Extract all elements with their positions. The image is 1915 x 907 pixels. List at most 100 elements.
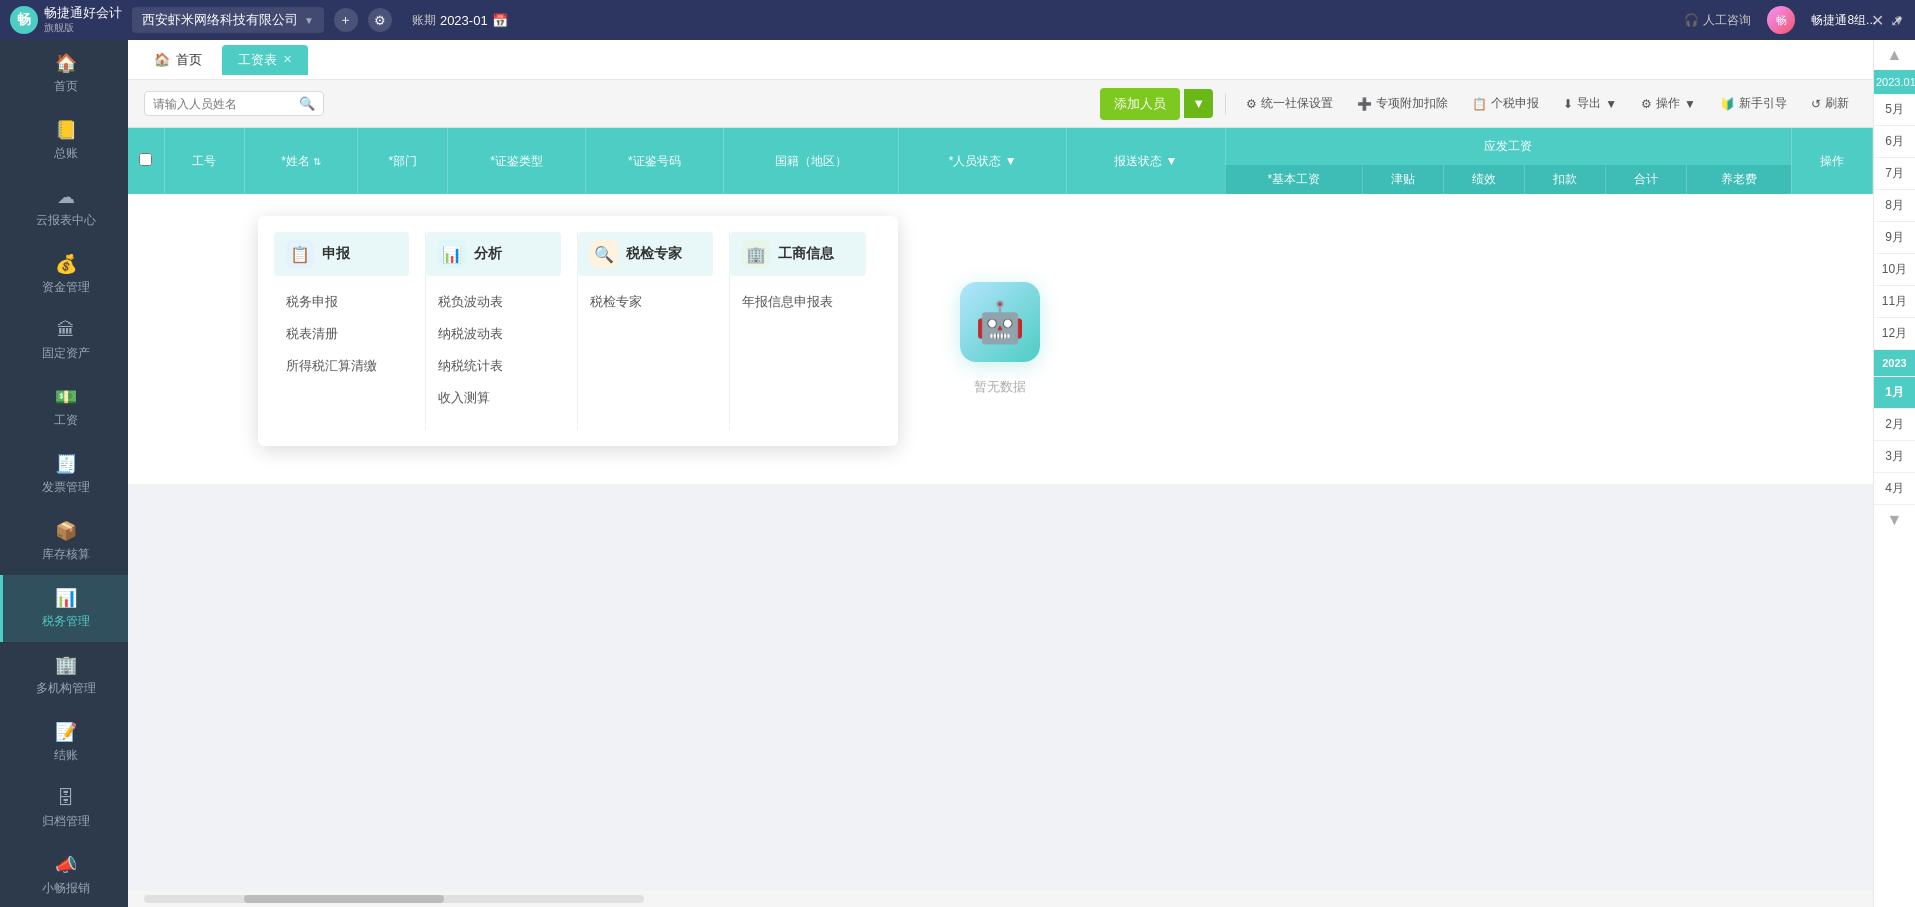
top-bar: 畅 畅捷通好会计 旗舰版 西安虾米网络科技有限公司 ▼ ＋ ⚙ 账期 2023-…: [0, 0, 1915, 40]
cloud-icon: ☁: [57, 186, 75, 208]
sidebar-item-salary[interactable]: 💵 工资: [0, 374, 128, 441]
headset-icon: 🎧: [1684, 13, 1699, 27]
month-8[interactable]: 8月: [1874, 190, 1915, 222]
export-button[interactable]: ⬇ 导出 ▼: [1555, 91, 1625, 116]
sidebar-item-inventory[interactable]: 📦 库存核算: [0, 508, 128, 575]
tab-close-button[interactable]: ✕: [283, 53, 292, 66]
tax-filing-button[interactable]: 📋 个税申报: [1464, 91, 1547, 116]
tab-bar: 🏠 首页 工资表 ✕: [128, 40, 1873, 80]
sidebar-item-archive[interactable]: 🗄 归档管理: [0, 776, 128, 842]
business-icon: 🏢: [742, 240, 770, 268]
col-status: *人员状态 ▼: [899, 128, 1067, 194]
service-button[interactable]: 🎧 人工咨询: [1684, 12, 1751, 29]
window-maximize-button[interactable]: ⤢: [1890, 11, 1903, 30]
sidebar-item-invoice[interactable]: 🧾 发票管理: [0, 441, 128, 508]
special-deduction-icon: ➕: [1357, 97, 1372, 111]
month-5[interactable]: 5月: [1874, 94, 1915, 126]
menu-item-tax-form[interactable]: 税表清册: [274, 318, 409, 350]
year-header: 2023.01: [1874, 70, 1915, 94]
window-close-button[interactable]: ✕: [1871, 11, 1884, 30]
month-10[interactable]: 10月: [1874, 254, 1915, 286]
sidebar-item-expense[interactable]: 📣 小畅报销: [0, 842, 128, 907]
menu-item-income-estimate[interactable]: 收入测算: [426, 382, 561, 414]
month-7[interactable]: 7月: [1874, 158, 1915, 190]
month-9[interactable]: 9月: [1874, 222, 1915, 254]
toolbar-separator: [1225, 94, 1226, 114]
ledger-icon: 📒: [55, 119, 77, 141]
tab-home[interactable]: 🏠 首页: [138, 45, 218, 75]
horizontal-scrollbar[interactable]: [128, 891, 1873, 907]
app-logo: 畅 畅捷通好会计 旗舰版: [10, 5, 122, 35]
menu-item-tax-filing[interactable]: 税务申报: [274, 286, 409, 318]
settings-button[interactable]: ⚙: [368, 8, 392, 32]
assets-icon: 🏛: [57, 320, 75, 341]
year-prev-button[interactable]: ▲: [1874, 40, 1915, 70]
company-selector[interactable]: 西安虾米网络科技有限公司 ▼: [132, 7, 324, 33]
scrollbar-track: [144, 895, 644, 903]
menu-item-annual-report[interactable]: 年报信息申报表: [730, 286, 866, 318]
current-year-label: 2023: [1874, 350, 1915, 377]
menu-item-tax-fluctuation[interactable]: 纳税波动表: [426, 318, 561, 350]
tab-salary-table[interactable]: 工资表 ✕: [222, 45, 308, 75]
add-person-dropdown-button[interactable]: ▼: [1184, 89, 1213, 118]
month-2[interactable]: 2月: [1874, 409, 1915, 441]
year-next-button[interactable]: ▼: [1874, 505, 1915, 535]
menu-item-tax-expert[interactable]: 税检专家: [578, 286, 713, 318]
status-filter-icon[interactable]: ▼: [1005, 154, 1017, 168]
operation-chevron-icon: ▼: [1684, 97, 1696, 111]
calendar-icon[interactable]: 📅: [492, 13, 508, 28]
dropdown-overlay: 📋 申报 税务申报 税表清册 所得税汇算清缴 📊 分析 税负波动表: [258, 216, 898, 446]
col-allowance: 津贴: [1363, 165, 1444, 194]
social-insurance-icon: ⚙: [1246, 97, 1257, 111]
col-submit-status: 报送状态 ▼: [1067, 128, 1226, 194]
scrollbar-thumb[interactable]: [244, 895, 444, 903]
sidebar-item-finance[interactable]: 💰 资金管理: [0, 241, 128, 308]
col-id-num: *证鉴号码: [585, 128, 723, 194]
name-sort-icon[interactable]: ⇅: [313, 156, 321, 167]
col-performance: 绩效: [1444, 165, 1525, 194]
content-area: 🏠 首页 工资表 ✕ 🔍 添加人员 ▼ ⚙ 统: [128, 40, 1873, 907]
analysis-section-header: 📊 分析: [426, 232, 561, 276]
period-label: 账期: [412, 12, 436, 29]
social-insurance-button[interactable]: ⚙ 统一社保设置: [1238, 91, 1341, 116]
sidebar-item-assets[interactable]: 🏛 固定资产: [0, 308, 128, 374]
guide-button[interactable]: 🔰 新手引导: [1712, 91, 1795, 116]
close-period-icon: 📝: [55, 721, 77, 743]
sidebar-item-tax[interactable]: 📊 税务管理: [0, 575, 128, 642]
sidebar-item-cloud[interactable]: ☁ 云报表中心: [0, 174, 128, 241]
col-total: 合计: [1606, 165, 1687, 194]
month-4[interactable]: 4月: [1874, 473, 1915, 505]
add-company-button[interactable]: ＋: [334, 8, 358, 32]
sidebar-item-multiorg[interactable]: 🏢 多机构管理: [0, 642, 128, 709]
operation-button[interactable]: ⚙ 操作 ▼: [1633, 91, 1704, 116]
menu-section-analysis: 📊 分析 税负波动表 纳税波动表 纳税统计表 收入测算: [426, 232, 578, 430]
col-base-salary: *基本工资: [1225, 165, 1363, 194]
export-icon: ⬇: [1563, 97, 1573, 111]
add-person-button[interactable]: 添加人员: [1100, 88, 1180, 120]
sidebar-item-home[interactable]: 🏠 首页: [0, 40, 128, 107]
month-12[interactable]: 12月: [1874, 318, 1915, 350]
analysis-icon: 📊: [438, 240, 466, 268]
sidebar-item-ledger[interactable]: 📒 总账: [0, 107, 128, 174]
export-chevron-icon: ▼: [1605, 97, 1617, 111]
col-id-type: *证鉴类型: [448, 128, 586, 194]
special-deduction-button[interactable]: ➕ 专项附加扣除: [1349, 91, 1456, 116]
month-1[interactable]: 1月: [1874, 377, 1915, 409]
menu-item-tax-burden[interactable]: 税负波动表: [426, 286, 561, 318]
filing-section-header: 📋 申报: [274, 232, 409, 276]
refresh-button[interactable]: ↺ 刷新: [1803, 91, 1857, 116]
company-name: 西安虾米网络科技有限公司: [142, 11, 298, 29]
submit-filter-icon[interactable]: ▼: [1166, 154, 1178, 168]
month-6[interactable]: 6月: [1874, 126, 1915, 158]
sidebar-item-close[interactable]: 📝 结账: [0, 709, 128, 776]
search-box[interactable]: 🔍: [144, 91, 324, 116]
avatar: 畅: [1767, 6, 1795, 34]
menu-item-income-tax-settlement[interactable]: 所得税汇算清缴: [274, 350, 409, 382]
col-payroll-group: 应发工资: [1225, 128, 1791, 165]
month-3[interactable]: 3月: [1874, 441, 1915, 473]
search-input[interactable]: [153, 97, 293, 111]
month-11[interactable]: 11月: [1874, 286, 1915, 318]
menu-item-tax-stats[interactable]: 纳税统计表: [426, 350, 561, 382]
select-all-checkbox[interactable]: [139, 153, 152, 166]
logo-icon: 畅: [10, 6, 38, 34]
